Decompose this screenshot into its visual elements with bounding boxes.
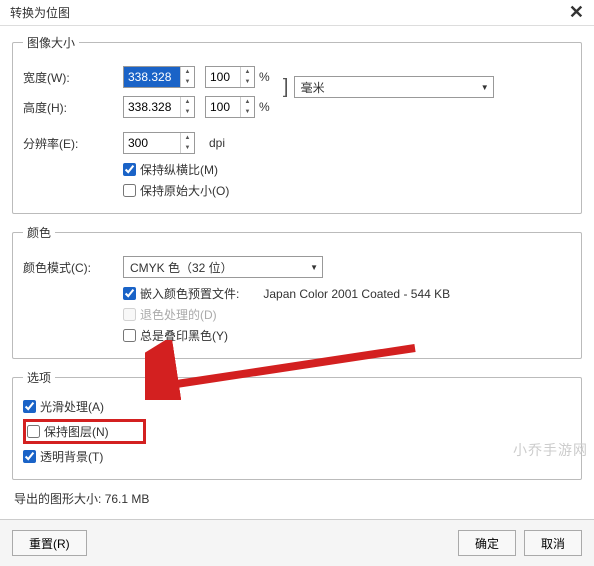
close-icon[interactable]: ✕ — [565, 2, 588, 23]
keep-aspect-label: 保持纵横比(M) — [140, 161, 218, 178]
export-size-value: 76.1 MB — [105, 492, 150, 506]
dither-checkbox — [123, 308, 136, 321]
height-input[interactable]: ▲▼ — [123, 96, 195, 118]
resolution-label: 分辨率(E): — [23, 135, 123, 152]
link-bracket-icon: ] — [278, 77, 294, 97]
color-mode-combo[interactable]: CMYK 色（32 位） ▼ — [123, 256, 323, 278]
transparent-bg-checkbox[interactable] — [23, 450, 36, 463]
color-mode-label: 颜色模式(C): — [23, 259, 123, 276]
unit-combo[interactable]: 毫米 ▼ — [294, 76, 494, 98]
width-pct-input[interactable]: ▲▼ — [205, 66, 255, 88]
options-legend: 选项 — [23, 369, 55, 386]
profile-info: Japan Color 2001 Coated - 544 KB — [263, 287, 450, 301]
overprint-black-checkbox[interactable] — [123, 329, 136, 342]
export-size-prefix: 导出的图形大小: — [14, 492, 101, 506]
spin-down-icon[interactable]: ▼ — [181, 143, 194, 153]
resolution-field[interactable] — [124, 133, 180, 153]
spin-up-icon[interactable]: ▲ — [181, 97, 194, 107]
image-size-group: 图像大小 宽度(W): ▲▼ ▲▼ % 高度(H) — [12, 34, 582, 214]
height-pct-field[interactable] — [206, 97, 240, 117]
keep-aspect-checkbox[interactable] — [123, 163, 136, 176]
dither-label: 退色处理的(D) — [140, 306, 217, 323]
color-group: 颜色 颜色模式(C): CMYK 色（32 位） ▼ 嵌入颜色预置文件: Jap… — [12, 224, 582, 359]
width-field[interactable] — [124, 67, 180, 87]
width-input[interactable]: ▲▼ — [123, 66, 195, 88]
embed-profile-label: 嵌入颜色预置文件: — [140, 285, 239, 302]
spin-up-icon[interactable]: ▲ — [241, 97, 254, 107]
color-mode-text: CMYK 色（32 位） — [130, 259, 233, 276]
color-legend: 颜色 — [23, 224, 55, 241]
dialog-title: 转换为位图 — [10, 4, 70, 21]
transparent-bg-label: 透明背景(T) — [40, 448, 103, 465]
spin-up-icon[interactable]: ▲ — [181, 67, 194, 77]
chevron-down-icon: ▼ — [310, 263, 318, 272]
height-field[interactable] — [124, 97, 180, 117]
spin-down-icon[interactable]: ▼ — [241, 107, 254, 117]
keep-original-label: 保持原始大小(O) — [140, 182, 229, 199]
resolution-input[interactable]: ▲▼ — [123, 132, 195, 154]
keep-layers-highlight: 保持图层(N) — [23, 419, 146, 444]
keep-layers-checkbox[interactable] — [27, 425, 40, 438]
overprint-black-label: 总是叠印黑色(Y) — [140, 327, 228, 344]
height-label: 高度(H): — [23, 99, 123, 116]
smooth-checkbox[interactable] — [23, 400, 36, 413]
embed-profile-checkbox[interactable] — [123, 287, 136, 300]
smooth-label: 光滑处理(A) — [40, 398, 104, 415]
keep-layers-label: 保持图层(N) — [44, 423, 109, 440]
width-pct-field[interactable] — [206, 67, 240, 87]
cancel-button[interactable]: 取消 — [524, 530, 582, 556]
spin-down-icon[interactable]: ▼ — [181, 77, 194, 87]
unit-combo-text: 毫米 — [301, 79, 325, 96]
image-size-legend: 图像大小 — [23, 34, 79, 51]
spin-up-icon[interactable]: ▲ — [241, 67, 254, 77]
height-pct-input[interactable]: ▲▼ — [205, 96, 255, 118]
pct-sign: % — [259, 70, 270, 84]
spin-down-icon[interactable]: ▼ — [181, 107, 194, 117]
spin-down-icon[interactable]: ▼ — [241, 77, 254, 87]
reset-button[interactable]: 重置(R) — [12, 530, 87, 556]
width-label: 宽度(W): — [23, 69, 123, 86]
chevron-down-icon: ▼ — [481, 83, 489, 92]
spin-up-icon[interactable]: ▲ — [181, 133, 194, 143]
ok-button[interactable]: 确定 — [458, 530, 516, 556]
options-group: 选项 光滑处理(A) 保持图层(N) 透明背景(T) — [12, 369, 582, 480]
pct-sign: % — [259, 100, 270, 114]
resolution-unit: dpi — [209, 136, 225, 150]
keep-original-checkbox[interactable] — [123, 184, 136, 197]
